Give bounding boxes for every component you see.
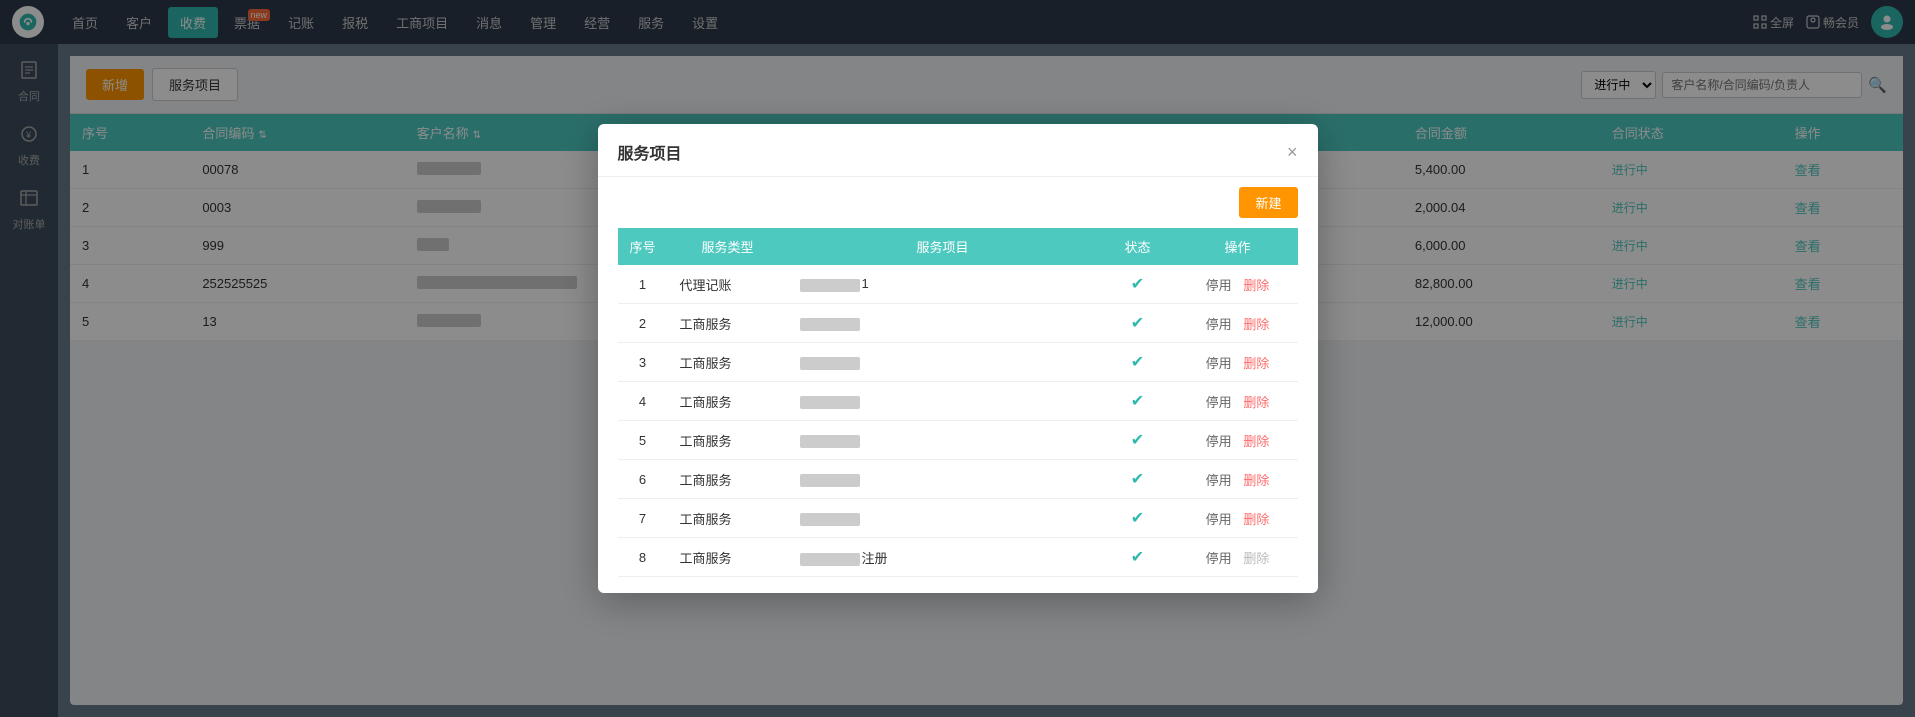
modal-cell-action: 停用 删除 [1178, 304, 1298, 343]
modal-cell-item [788, 460, 1098, 499]
modal-cell-seq: 3 [618, 343, 668, 382]
modal-cell-type: 工商服务 [668, 460, 788, 499]
modal-close-button[interactable]: × [1287, 142, 1298, 163]
stop-button[interactable]: 停用 [1206, 473, 1232, 488]
stop-button[interactable]: 停用 [1206, 512, 1232, 527]
delete-button[interactable]: 删除 [1243, 434, 1269, 449]
modal-table-row: 4 工商服务 ✔ 停用 删除 [618, 382, 1298, 421]
modal-cell-status: ✔ [1098, 382, 1178, 421]
modal-table-row: 6 工商服务 ✔ 停用 删除 [618, 460, 1298, 499]
modal-cell-status: ✔ [1098, 421, 1178, 460]
modal-col-seq: 序号 [618, 228, 668, 265]
modal-cell-status: ✔ [1098, 499, 1178, 538]
modal-cell-action: 停用 删除 [1178, 460, 1298, 499]
delete-button[interactable]: 删除 [1243, 551, 1269, 566]
stop-button[interactable]: 停用 [1206, 395, 1232, 410]
modal-cell-type: 工商服务 [668, 304, 788, 343]
modal-cell-type: 工商服务 [668, 421, 788, 460]
modal-cell-action: 停用 删除 [1178, 499, 1298, 538]
modal-cell-item [788, 304, 1098, 343]
modal-cell-action: 停用 删除 [1178, 421, 1298, 460]
modal-table-row: 3 工商服务 ✔ 停用 删除 [618, 343, 1298, 382]
status-check-icon: ✔ [1131, 393, 1144, 410]
modal-table-row: 2 工商服务 ✔ 停用 删除 [618, 304, 1298, 343]
service-table: 序号 服务类型 服务项目 状态 操作 1 代理记账 1 ✔ 停用 删除 2 工商… [618, 228, 1298, 577]
modal-cell-item: 1 [788, 265, 1098, 304]
modal-cell-item [788, 499, 1098, 538]
modal-col-action: 操作 [1178, 228, 1298, 265]
modal-cell-action: 停用 删除 [1178, 382, 1298, 421]
modal-col-item: 服务项目 [788, 228, 1098, 265]
modal-cell-type: 工商服务 [668, 499, 788, 538]
modal-body: 序号 服务类型 服务项目 状态 操作 1 代理记账 1 ✔ 停用 删除 2 工商… [598, 228, 1318, 593]
modal-cell-seq: 8 [618, 538, 668, 577]
modal-overlay[interactable]: 服务项目 × 新建 序号 服务类型 服务项目 状态 操作 1 代理记账 1 [0, 0, 1915, 717]
delete-button[interactable]: 删除 [1243, 356, 1269, 371]
modal-cell-seq: 4 [618, 382, 668, 421]
modal-header: 服务项目 × [598, 124, 1318, 177]
status-check-icon: ✔ [1131, 471, 1144, 488]
modal-cell-type: 工商服务 [668, 343, 788, 382]
delete-button[interactable]: 删除 [1243, 473, 1269, 488]
modal-cell-seq: 6 [618, 460, 668, 499]
stop-button[interactable]: 停用 [1206, 551, 1232, 566]
status-check-icon: ✔ [1131, 510, 1144, 527]
delete-button[interactable]: 删除 [1243, 317, 1269, 332]
modal-table-row: 1 代理记账 1 ✔ 停用 删除 [618, 265, 1298, 304]
status-check-icon: ✔ [1131, 315, 1144, 332]
status-check-icon: ✔ [1131, 549, 1144, 566]
delete-button[interactable]: 删除 [1243, 512, 1269, 527]
modal-cell-type: 工商服务 [668, 382, 788, 421]
status-check-icon: ✔ [1131, 432, 1144, 449]
modal-cell-seq: 1 [618, 265, 668, 304]
modal-title: 服务项目 [618, 140, 682, 164]
modal-cell-item [788, 343, 1098, 382]
modal-cell-status: ✔ [1098, 343, 1178, 382]
modal-new-button[interactable]: 新建 [1239, 187, 1297, 218]
delete-button[interactable]: 删除 [1243, 278, 1269, 293]
stop-button[interactable]: 停用 [1206, 278, 1232, 293]
status-check-icon: ✔ [1131, 276, 1144, 293]
modal-cell-status: ✔ [1098, 304, 1178, 343]
modal-cell-type: 工商服务 [668, 538, 788, 577]
modal-cell-action: 停用 删除 [1178, 343, 1298, 382]
modal-cell-seq: 2 [618, 304, 668, 343]
modal-col-status: 状态 [1098, 228, 1178, 265]
modal-cell-action: 停用 删除 [1178, 265, 1298, 304]
modal-col-type: 服务类型 [668, 228, 788, 265]
service-item-modal: 服务项目 × 新建 序号 服务类型 服务项目 状态 操作 1 代理记账 1 [598, 124, 1318, 593]
modal-cell-item: 注册 [788, 538, 1098, 577]
status-check-icon: ✔ [1131, 354, 1144, 371]
modal-cell-action: 停用 删除 [1178, 538, 1298, 577]
modal-cell-status: ✔ [1098, 460, 1178, 499]
modal-toolbar: 新建 [598, 177, 1318, 228]
modal-cell-seq: 7 [618, 499, 668, 538]
modal-table-row: 5 工商服务 ✔ 停用 删除 [618, 421, 1298, 460]
stop-button[interactable]: 停用 [1206, 434, 1232, 449]
delete-button[interactable]: 删除 [1243, 395, 1269, 410]
modal-cell-item [788, 382, 1098, 421]
modal-table-row: 7 工商服务 ✔ 停用 删除 [618, 499, 1298, 538]
modal-table-row: 8 工商服务 注册 ✔ 停用 删除 [618, 538, 1298, 577]
stop-button[interactable]: 停用 [1206, 356, 1232, 371]
modal-cell-item [788, 421, 1098, 460]
modal-cell-status: ✔ [1098, 538, 1178, 577]
stop-button[interactable]: 停用 [1206, 317, 1232, 332]
modal-cell-type: 代理记账 [668, 265, 788, 304]
modal-cell-status: ✔ [1098, 265, 1178, 304]
modal-cell-seq: 5 [618, 421, 668, 460]
